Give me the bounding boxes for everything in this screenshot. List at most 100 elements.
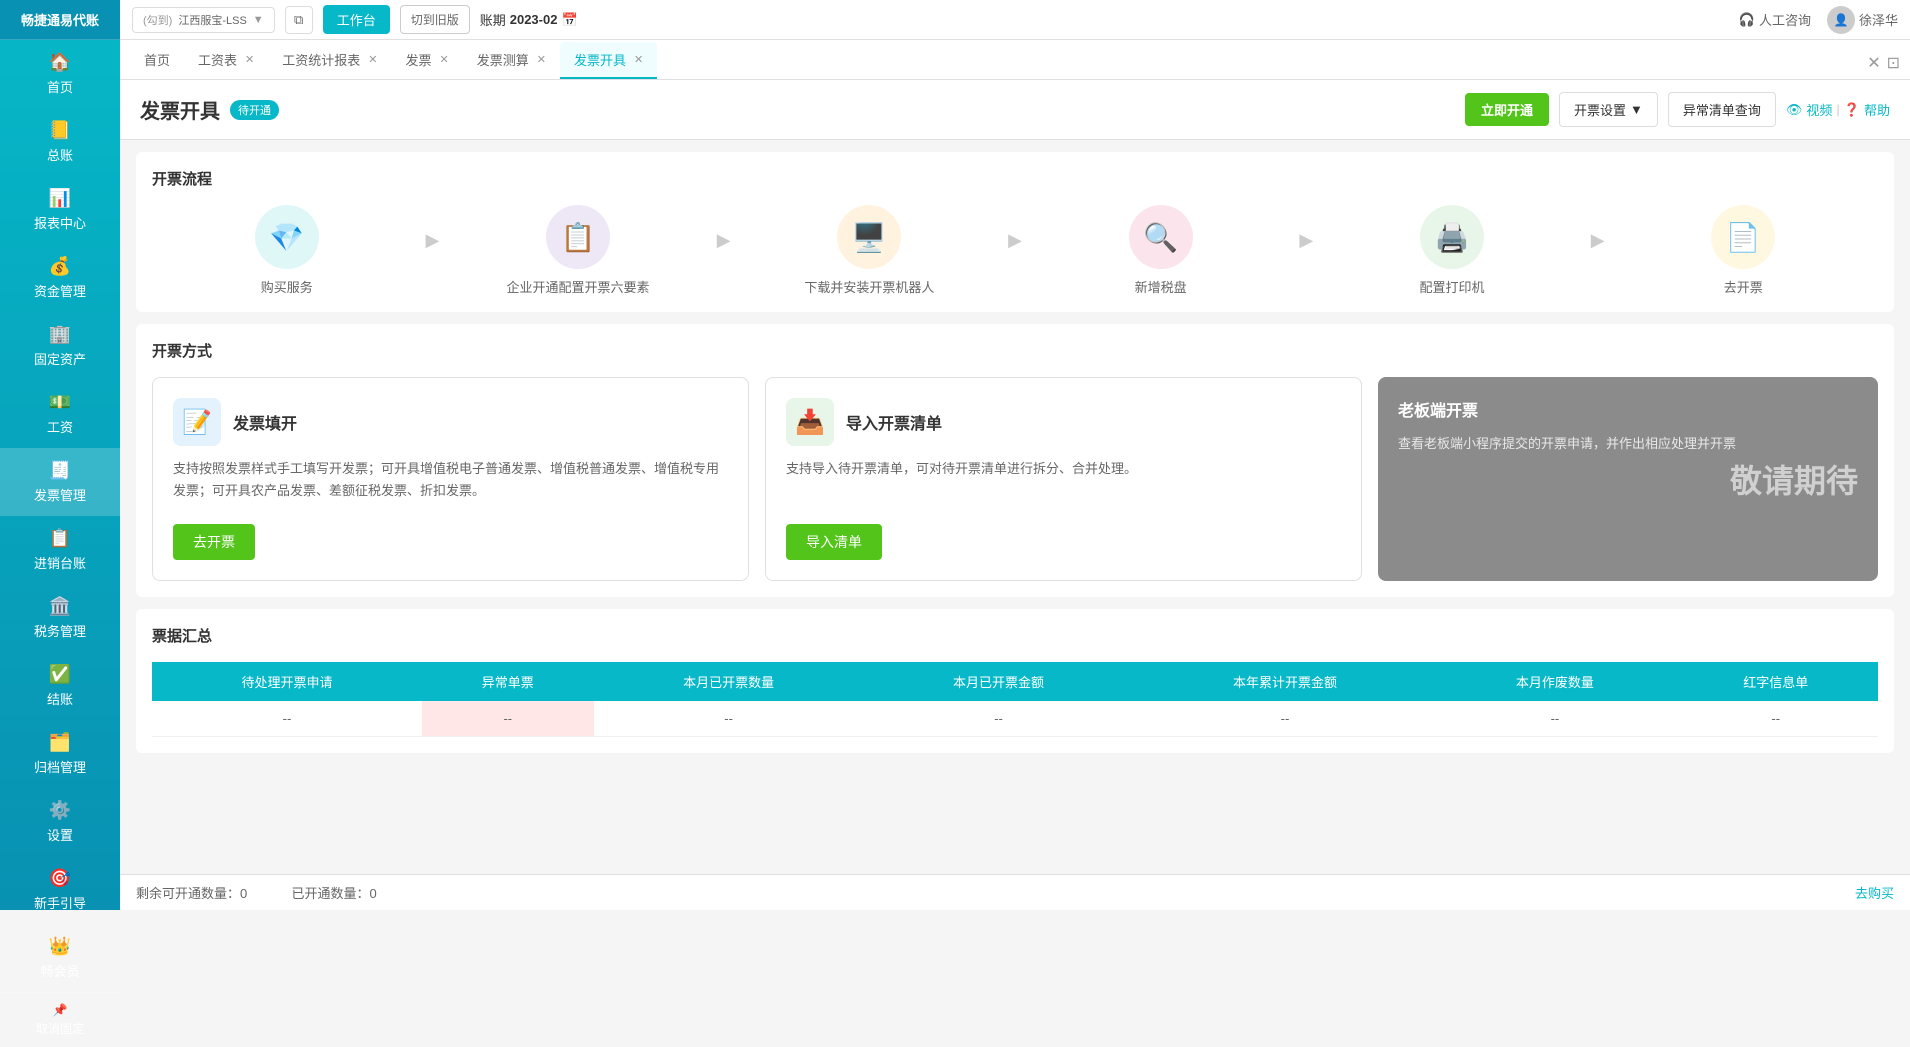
sidebar-label-0: 首页	[47, 77, 73, 96]
sidebar-label-12: 新手引导	[34, 893, 86, 912]
sidebar-item-新手引导[interactable]: 🎯 新手引导	[0, 856, 120, 924]
sidebar-cancel-pin[interactable]: 📌 取消固定	[0, 993, 120, 1047]
fill-card-icon: 📝	[173, 398, 221, 446]
calendar-icon[interactable]: 📅	[561, 12, 577, 28]
sidebar-item-固定资产[interactable]: 🏢固定资产	[0, 312, 120, 380]
flow-step-1[interactable]: 📋 企业开通配置开票六要素	[443, 205, 712, 296]
sidebar-item-首页[interactable]: 🏠首页	[0, 40, 120, 108]
sidebar-item-工资[interactable]: 💵 工资	[0, 380, 120, 448]
method-card-import: 📥 导入开票清单 支持导入待开票清单，可对待开票清单进行拆分、合并处理。 导入清…	[765, 377, 1362, 581]
topbar-left: (勾到) 江西服宝-LSS ▼ ⧉ 工作台 切到旧版 账期 2023-02 📅	[132, 5, 578, 34]
go-invoice-button[interactable]: 去开票	[173, 524, 255, 560]
summary-header-1: 异常单票	[422, 662, 594, 701]
help-icon: ❓	[1844, 102, 1860, 118]
summary-header-5: 本月作废数量	[1436, 662, 1673, 701]
settings-label: 开票设置	[1574, 100, 1626, 119]
summary-cell-5: --	[1436, 701, 1673, 737]
sidebar-item-结账[interactable]: ✅结账	[0, 652, 120, 720]
methods-section-title: 开票方式	[152, 340, 1878, 361]
sidebar-icon-3: 💰	[49, 256, 71, 277]
flow-step-label-3: 新增税盘	[1135, 277, 1187, 296]
tab-close-1[interactable]: ✕	[245, 53, 254, 66]
sidebar-icon-11: ⚙️	[49, 800, 71, 821]
tab-close-2[interactable]: ✕	[368, 53, 377, 66]
import-list-button[interactable]: 导入清单	[786, 524, 882, 560]
old-card-title: 老板端开票	[1398, 397, 1858, 421]
tab-close-5[interactable]: ✕	[634, 53, 643, 66]
help-label[interactable]: 帮助	[1864, 100, 1890, 119]
workbench-button[interactable]: 工作台	[323, 5, 390, 34]
tab-首页[interactable]: 首页	[130, 42, 184, 79]
sidebar-icon-13: 👑	[49, 936, 71, 957]
avatar: 👤	[1827, 6, 1855, 34]
sidebar-label-3: 资金管理	[34, 281, 86, 300]
sidebar-item-资金管理[interactable]: 💰 资金管理	[0, 244, 120, 312]
flow-step-icon-5: 📄	[1711, 205, 1775, 269]
support-item[interactable]: 🎧 人工咨询	[1739, 10, 1811, 29]
company-name: 江西服宝-LSS	[178, 12, 246, 28]
tab-close-4[interactable]: ✕	[537, 53, 546, 66]
page-title: 发票开具	[140, 95, 220, 124]
query-button[interactable]: 异常清单查询	[1668, 92, 1776, 127]
topbar: (勾到) 江西服宝-LSS ▼ ⧉ 工作台 切到旧版 账期 2023-02 📅 …	[120, 0, 1910, 40]
summary-header-3: 本月已开票金额	[864, 662, 1134, 701]
flow-step-icon-0: 💎	[255, 205, 319, 269]
sidebar-item-设置[interactable]: ⚙️ 设置	[0, 788, 120, 856]
period-value: 2023-02	[510, 12, 558, 27]
sidebar-label-5: 工资	[47, 417, 73, 436]
sidebar-icon-5: 💵	[49, 392, 71, 413]
user-item[interactable]: 👤 徐泽华	[1827, 6, 1898, 34]
sidebar: 畅捷通易代账 🏠首页📒总账📊报表中心💰资金管理🏢固定资产💵工资🧾发票管理📋进销台…	[0, 0, 120, 910]
sidebar-label-11: 设置	[47, 825, 73, 844]
sidebar-label-9: 结账	[47, 689, 73, 708]
tab-close-3[interactable]: ✕	[440, 53, 449, 66]
summary-header-4: 本年累计开票金额	[1134, 662, 1437, 701]
sidebar-icon-12: 🎯	[49, 868, 71, 889]
view-label[interactable]: 视频	[1806, 100, 1832, 119]
immediate-open-button[interactable]: 立即开通	[1465, 93, 1549, 126]
flow-step-icon-1: 📋	[546, 205, 610, 269]
sidebar-item-报表中心[interactable]: 📊报表中心	[0, 176, 120, 244]
page-content: 发票开具 待开通 立即开通 开票设置 ▼ 异常清单查询 👁 视频 | ❓ 帮助	[120, 80, 1910, 874]
sidebar-item-总账[interactable]: 📒总账	[0, 108, 120, 176]
company-tag: (勾到)	[143, 12, 172, 28]
summary-cell-1[interactable]: --	[422, 701, 594, 737]
username: 徐泽华	[1859, 10, 1898, 29]
flow-step-label-0: 购买服务	[261, 277, 313, 296]
tabbar: 首页工资表✕工资统计报表✕发票✕发票测算✕发票开具✕ ✕ ⊡	[120, 40, 1910, 80]
flow-step-0[interactable]: 💎 购买服务	[152, 205, 421, 296]
sidebar-label-1: 总账	[47, 145, 73, 164]
sidebar-bottom-label: 取消固定	[36, 1020, 84, 1037]
close-tab-icon[interactable]: ✕	[1867, 53, 1880, 73]
company-select[interactable]: (勾到) 江西服宝-LSS ▼	[132, 7, 275, 33]
copy-button[interactable]: ⧉	[285, 6, 313, 34]
buy-link[interactable]: 去购买	[1855, 883, 1894, 902]
tab-发票[interactable]: 发票✕	[391, 42, 462, 79]
flow-step-2[interactable]: 🖥️ 下载并安装开票机器人	[735, 205, 1004, 296]
old-version-button[interactable]: 切到旧版	[400, 5, 470, 34]
restore-tab-icon[interactable]: ⊡	[1887, 53, 1900, 73]
tab-发票开具[interactable]: 发票开具✕	[560, 42, 657, 79]
sidebar-icon-6: 🧾	[49, 460, 71, 481]
sidebar-item-发票管理[interactable]: 🧾发票管理	[0, 448, 120, 516]
settings-button[interactable]: 开票设置 ▼	[1559, 92, 1658, 127]
sidebar-label-7: 进销台账	[34, 553, 86, 572]
flow-step-4[interactable]: 🖨️ 配置打印机	[1317, 205, 1586, 296]
sidebar-item-税务管理[interactable]: 🏛️税务管理	[0, 584, 120, 652]
flow-step-5[interactable]: 📄 去开票	[1609, 205, 1878, 296]
main-content: (勾到) 江西服宝-LSS ▼ ⧉ 工作台 切到旧版 账期 2023-02 📅 …	[120, 0, 1910, 910]
sidebar-item-进销台账[interactable]: 📋进销台账	[0, 516, 120, 584]
sidebar-item-畅会员[interactable]: 👑畅会员	[0, 924, 120, 992]
fill-card-title: 发票填开	[233, 410, 297, 434]
tab-工资表[interactable]: 工资表✕	[184, 42, 268, 79]
remaining-label: 剩余可开通数量：0	[136, 886, 247, 901]
flow-arrow-2: ▶	[1004, 230, 1026, 251]
tab-工资统计报表[interactable]: 工资统计报表✕	[268, 42, 391, 79]
method-cards: 📝 发票填开 支持按照发票样式手工填写开发票；可开具增值税电子普通发票、增值税普…	[152, 377, 1878, 581]
tab-发票测算[interactable]: 发票测算✕	[463, 42, 560, 79]
sidebar-label-2: 报表中心	[34, 213, 86, 232]
flow-step-3[interactable]: 🔍 新增税盘	[1026, 205, 1295, 296]
bottombar: 剩余可开通数量：0 已开通数量：0 去购买	[120, 874, 1910, 910]
flow-steps: 💎 购买服务 ▶ 📋 企业开通配置开票六要素 ▶ 🖥️ 下载并安装开票机器人 ▶…	[152, 205, 1878, 296]
sidebar-item-归档管理[interactable]: 🗂️归档管理	[0, 720, 120, 788]
